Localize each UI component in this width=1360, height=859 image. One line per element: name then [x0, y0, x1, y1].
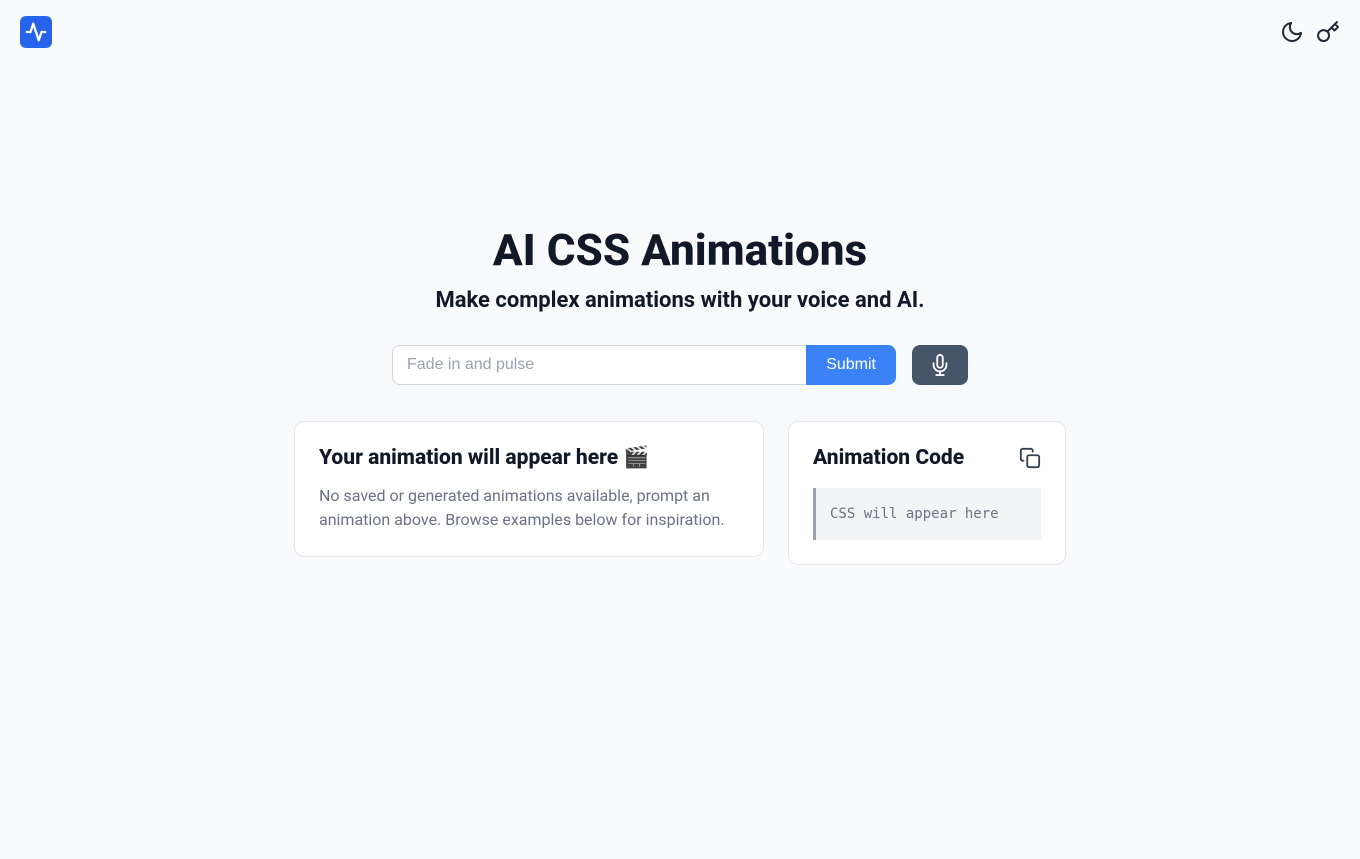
logo[interactable] [20, 16, 52, 48]
header-icons [1280, 20, 1340, 44]
prompt-input[interactable] [392, 345, 806, 385]
code-block: CSS will appear here [813, 488, 1041, 540]
input-group: Submit [392, 345, 896, 385]
main-content: AI CSS Animations Make complex animation… [280, 64, 1080, 565]
preview-panel-text: No saved or generated animations availab… [319, 484, 739, 532]
code-panel: Animation Code CSS will appear here [788, 421, 1066, 565]
header [0, 0, 1360, 64]
submit-button[interactable]: Submit [806, 345, 896, 385]
preview-panel: Your animation will appear here 🎬 No sav… [294, 421, 764, 557]
input-row: Submit [280, 345, 1080, 385]
mic-button[interactable] [912, 345, 968, 385]
activity-icon [25, 21, 47, 43]
code-panel-title: Animation Code [813, 446, 964, 470]
copy-icon[interactable] [1019, 447, 1041, 469]
page-title: AI CSS Animations [280, 224, 1080, 276]
preview-panel-title: Your animation will appear here 🎬 [319, 446, 739, 470]
page-subtitle: Make complex animations with your voice … [280, 288, 1080, 313]
key-icon[interactable] [1316, 20, 1340, 44]
panels: Your animation will appear here 🎬 No sav… [280, 421, 1080, 565]
moon-icon[interactable] [1280, 20, 1304, 44]
code-panel-header: Animation Code [813, 446, 1041, 470]
mic-icon [929, 354, 951, 376]
